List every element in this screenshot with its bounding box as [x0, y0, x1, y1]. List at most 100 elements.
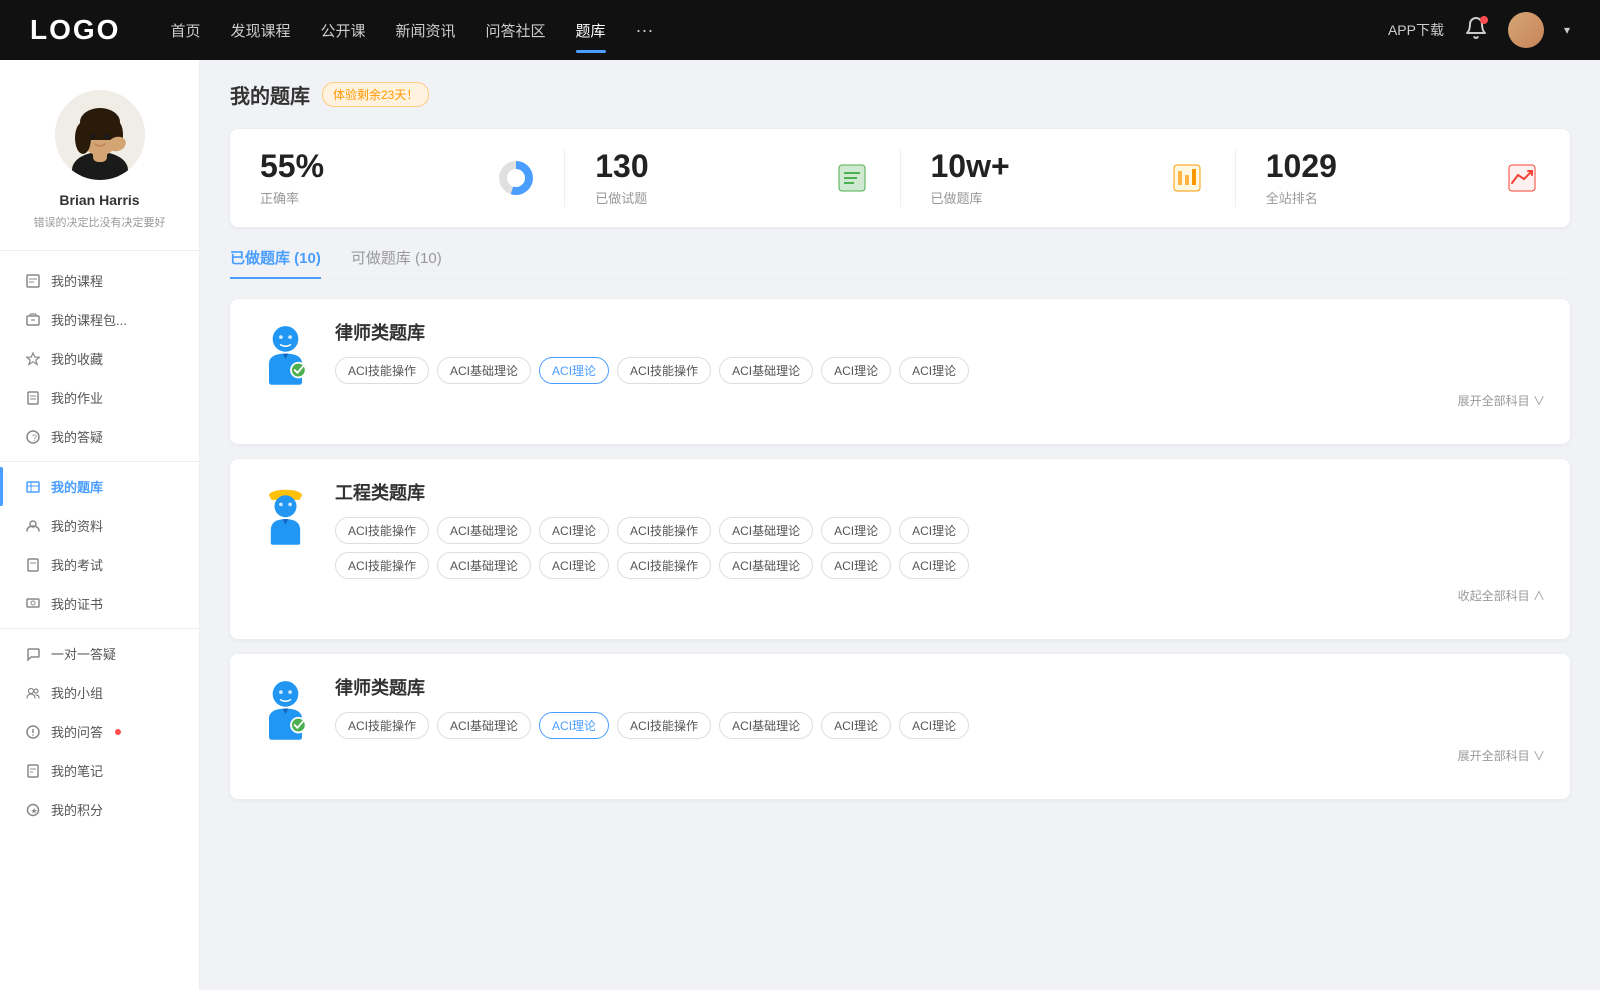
- sidebar-label-notes: 我的笔记: [51, 761, 103, 780]
- tag-3-6[interactable]: ACI理论: [899, 712, 969, 739]
- navbar: LOGO 首页 发现课程 公开课 新闻资讯 问答社区 题库 ··· APP下载 …: [0, 0, 1600, 60]
- notes-icon: [25, 763, 41, 779]
- sidebar-item-homework[interactable]: 我的作业: [0, 378, 199, 417]
- app-download-link[interactable]: APP下载: [1388, 20, 1444, 40]
- sidebar-label-points: 我的积分: [51, 800, 103, 819]
- sidebar-item-profile[interactable]: 我的资料: [0, 506, 199, 545]
- stat-accuracy-label: 正确率: [260, 188, 486, 207]
- notification-dot: [1480, 16, 1488, 24]
- course-icon: [25, 273, 41, 289]
- stat-qdone-icon: [834, 160, 870, 196]
- logo[interactable]: LOGO: [30, 14, 120, 46]
- tag-1-5[interactable]: ACI理论: [821, 357, 891, 384]
- nav-qbank[interactable]: 题库: [576, 16, 606, 45]
- sidebar-item-qa[interactable]: ? 我的答疑: [0, 417, 199, 456]
- lawyer-figure-icon: [258, 322, 313, 387]
- coursepack-icon: [25, 312, 41, 328]
- stat-rank-icon: [1504, 160, 1540, 196]
- tag-2-1[interactable]: ACI基础理论: [437, 517, 531, 544]
- expand-link-1[interactable]: 展开全部科目 ∨: [335, 392, 1545, 409]
- sidebar-item-cert[interactable]: 我的证书: [0, 584, 199, 623]
- group-icon: [25, 685, 41, 701]
- sidebar-label-qbank: 我的题库: [51, 477, 103, 496]
- qbank-icon-engineer: [255, 479, 315, 549]
- tag-2r2-1[interactable]: ACI基础理论: [437, 552, 531, 579]
- stat-qdone-label: 已做试题: [595, 188, 821, 207]
- nav-open-course[interactable]: 公开课: [320, 16, 365, 45]
- main-content: 我的题库 体验剩余23天！ 55% 正确率 130 已做试题: [200, 60, 1600, 990]
- navbar-right: APP下载 ▾: [1388, 12, 1570, 48]
- sidebar-item-group[interactable]: 我的小组: [0, 673, 199, 712]
- exam-icon: [25, 557, 41, 573]
- tab-done[interactable]: 已做题库 (10): [230, 247, 321, 278]
- tag-3-3[interactable]: ACI技能操作: [617, 712, 711, 739]
- tag-1-4[interactable]: ACI基础理论: [719, 357, 813, 384]
- tag-3-0[interactable]: ACI技能操作: [335, 712, 429, 739]
- sidebar-item-exam[interactable]: 我的考试: [0, 545, 199, 584]
- tag-2r2-2[interactable]: ACI理论: [539, 552, 609, 579]
- nav-news[interactable]: 新闻资讯: [396, 16, 456, 45]
- qbank-card-lawyer-2: 律师类题库 ACI技能操作 ACI基础理论 ACI理论 ACI技能操作 ACI基…: [230, 654, 1570, 799]
- tag-2-4[interactable]: ACI基础理论: [719, 517, 813, 544]
- sidebar: Brian Harris 错误的决定比没有决定要好 我的课程 我的课程包...: [0, 60, 200, 990]
- collapse-link-2[interactable]: 收起全部科目 ∧: [335, 587, 1545, 604]
- tag-2-2[interactable]: ACI理论: [539, 517, 609, 544]
- profile-icon: [25, 518, 41, 534]
- tag-2-5[interactable]: ACI理论: [821, 517, 891, 544]
- sidebar-item-favorites[interactable]: 我的收藏: [0, 339, 199, 378]
- tab-available[interactable]: 可做题库 (10): [351, 247, 442, 278]
- svg-text:?: ?: [32, 433, 37, 443]
- tag-1-0[interactable]: ACI技能操作: [335, 357, 429, 384]
- tag-2-0[interactable]: ACI技能操作: [335, 517, 429, 544]
- qbank-title-3: 律师类题库: [335, 674, 1545, 700]
- nav-discover[interactable]: 发现课程: [230, 16, 290, 45]
- sidebar-item-my-course[interactable]: 我的课程: [0, 261, 199, 300]
- tag-1-1[interactable]: ACI基础理论: [437, 357, 531, 384]
- sidebar-label-my-course: 我的课程: [51, 271, 103, 290]
- tag-2r2-5[interactable]: ACI理论: [821, 552, 891, 579]
- tag-2-6[interactable]: ACI理论: [899, 517, 969, 544]
- nav-more[interactable]: ···: [636, 20, 654, 41]
- stat-rank-value: 1029: [1266, 149, 1492, 184]
- tag-2-3[interactable]: ACI技能操作: [617, 517, 711, 544]
- expand-link-3[interactable]: 展开全部科目 ∨: [335, 747, 1545, 764]
- tag-3-2[interactable]: ACI理论: [539, 712, 609, 739]
- stat-bdone-label: 已做题库: [931, 188, 1157, 207]
- user-avatar[interactable]: [1508, 12, 1544, 48]
- sidebar-item-points[interactable]: ★ 我的积分: [0, 790, 199, 829]
- sidebar-label-profile: 我的资料: [51, 516, 103, 535]
- main-layout: Brian Harris 错误的决定比没有决定要好 我的课程 我的课程包...: [0, 60, 1600, 990]
- tag-3-1[interactable]: ACI基础理论: [437, 712, 531, 739]
- nav-home[interactable]: 首页: [170, 16, 200, 45]
- nav-qa[interactable]: 问答社区: [486, 16, 546, 45]
- sidebar-label-cert: 我的证书: [51, 594, 103, 613]
- tag-1-3[interactable]: ACI技能操作: [617, 357, 711, 384]
- tag-3-4[interactable]: ACI基础理论: [719, 712, 813, 739]
- stat-rank: 1029 全站排名: [1236, 149, 1570, 207]
- tag-2r2-4[interactable]: ACI基础理论: [719, 552, 813, 579]
- sidebar-menu: 我的课程 我的课程包... 我的收藏 我的作业: [0, 261, 199, 829]
- chat-icon: [25, 646, 41, 662]
- lawyer-figure-icon-2: [258, 677, 313, 742]
- tag-1-6[interactable]: ACI理论: [899, 357, 969, 384]
- cert-icon: [25, 596, 41, 612]
- user-dropdown-arrow[interactable]: ▾: [1564, 23, 1570, 37]
- sidebar-item-notes[interactable]: 我的笔记: [0, 751, 199, 790]
- notification-bell[interactable]: [1464, 16, 1488, 45]
- sidebar-item-one-on-one[interactable]: 一对一答疑: [0, 634, 199, 673]
- sidebar-item-answer[interactable]: 我的问答: [0, 712, 199, 751]
- question-icon: ?: [25, 429, 41, 445]
- sidebar-item-qbank[interactable]: 我的题库: [0, 467, 199, 506]
- sidebar-item-course-pack[interactable]: 我的课程包...: [0, 300, 199, 339]
- stat-rank-label: 全站排名: [1266, 188, 1492, 207]
- points-icon: ★: [25, 802, 41, 818]
- qbank-tags-3: ACI技能操作 ACI基础理论 ACI理论 ACI技能操作 ACI基础理论 AC…: [335, 712, 1545, 739]
- tag-3-5[interactable]: ACI理论: [821, 712, 891, 739]
- trial-badge: 体验剩余23天！: [322, 82, 429, 107]
- tag-2r2-3[interactable]: ACI技能操作: [617, 552, 711, 579]
- sidebar-label-favorites: 我的收藏: [51, 349, 103, 368]
- tag-2r2-0[interactable]: ACI技能操作: [335, 552, 429, 579]
- answer-icon: [25, 724, 41, 740]
- tag-2r2-6[interactable]: ACI理论: [899, 552, 969, 579]
- tag-1-2[interactable]: ACI理论: [539, 357, 609, 384]
